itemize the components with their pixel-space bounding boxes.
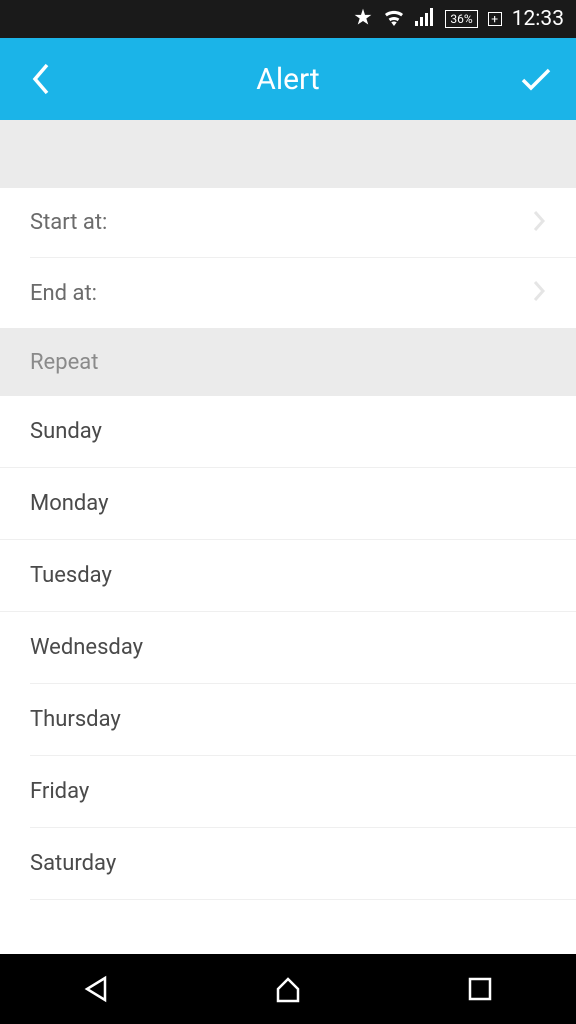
confirm-button[interactable] — [518, 61, 554, 97]
repeat-section-header: Repeat — [0, 328, 576, 396]
day-row-wednesday[interactable]: Wednesday — [30, 612, 576, 684]
chevron-right-icon — [532, 279, 546, 307]
day-row-monday[interactable]: Monday — [0, 468, 576, 540]
end-at-row[interactable]: End at: — [30, 258, 576, 328]
content-area: Start at: End at: Repeat Sunday Monday T… — [0, 188, 576, 900]
start-at-label: Start at: — [30, 210, 107, 235]
status-time: 12:33 — [512, 7, 564, 31]
nav-home-button[interactable] — [270, 971, 306, 1007]
nav-recents-button[interactable] — [462, 971, 498, 1007]
day-label: Tuesday — [30, 563, 112, 588]
header-bar: Alert — [0, 38, 576, 120]
wifi-icon — [383, 8, 405, 31]
chevron-right-icon — [532, 209, 546, 237]
day-row-saturday[interactable]: Saturday — [30, 828, 576, 900]
end-at-label: End at: — [30, 281, 97, 306]
plus-icon: + — [488, 12, 502, 26]
day-label: Monday — [30, 491, 109, 516]
day-label: Saturday — [30, 851, 116, 876]
day-row-thursday[interactable]: Thursday — [30, 684, 576, 756]
nav-back-button[interactable] — [78, 971, 114, 1007]
signal-icon — [415, 8, 435, 31]
navigation-bar — [0, 954, 576, 1024]
start-at-row[interactable]: Start at: — [30, 188, 576, 258]
spacer-section — [0, 120, 576, 188]
day-row-friday[interactable]: Friday — [30, 756, 576, 828]
battery-indicator: 36% — [445, 10, 477, 28]
battery-text: 36% — [450, 12, 472, 26]
day-label: Wednesday — [30, 635, 143, 660]
day-label: Sunday — [30, 419, 102, 444]
day-row-tuesday[interactable]: Tuesday — [0, 540, 576, 612]
status-bar: 36% + 12:33 — [0, 0, 576, 38]
day-row-sunday[interactable]: Sunday — [0, 396, 576, 468]
star-icon — [353, 7, 373, 32]
day-label: Friday — [30, 779, 89, 804]
page-title: Alert — [58, 62, 518, 97]
back-button[interactable] — [22, 61, 58, 97]
day-label: Thursday — [30, 707, 121, 732]
